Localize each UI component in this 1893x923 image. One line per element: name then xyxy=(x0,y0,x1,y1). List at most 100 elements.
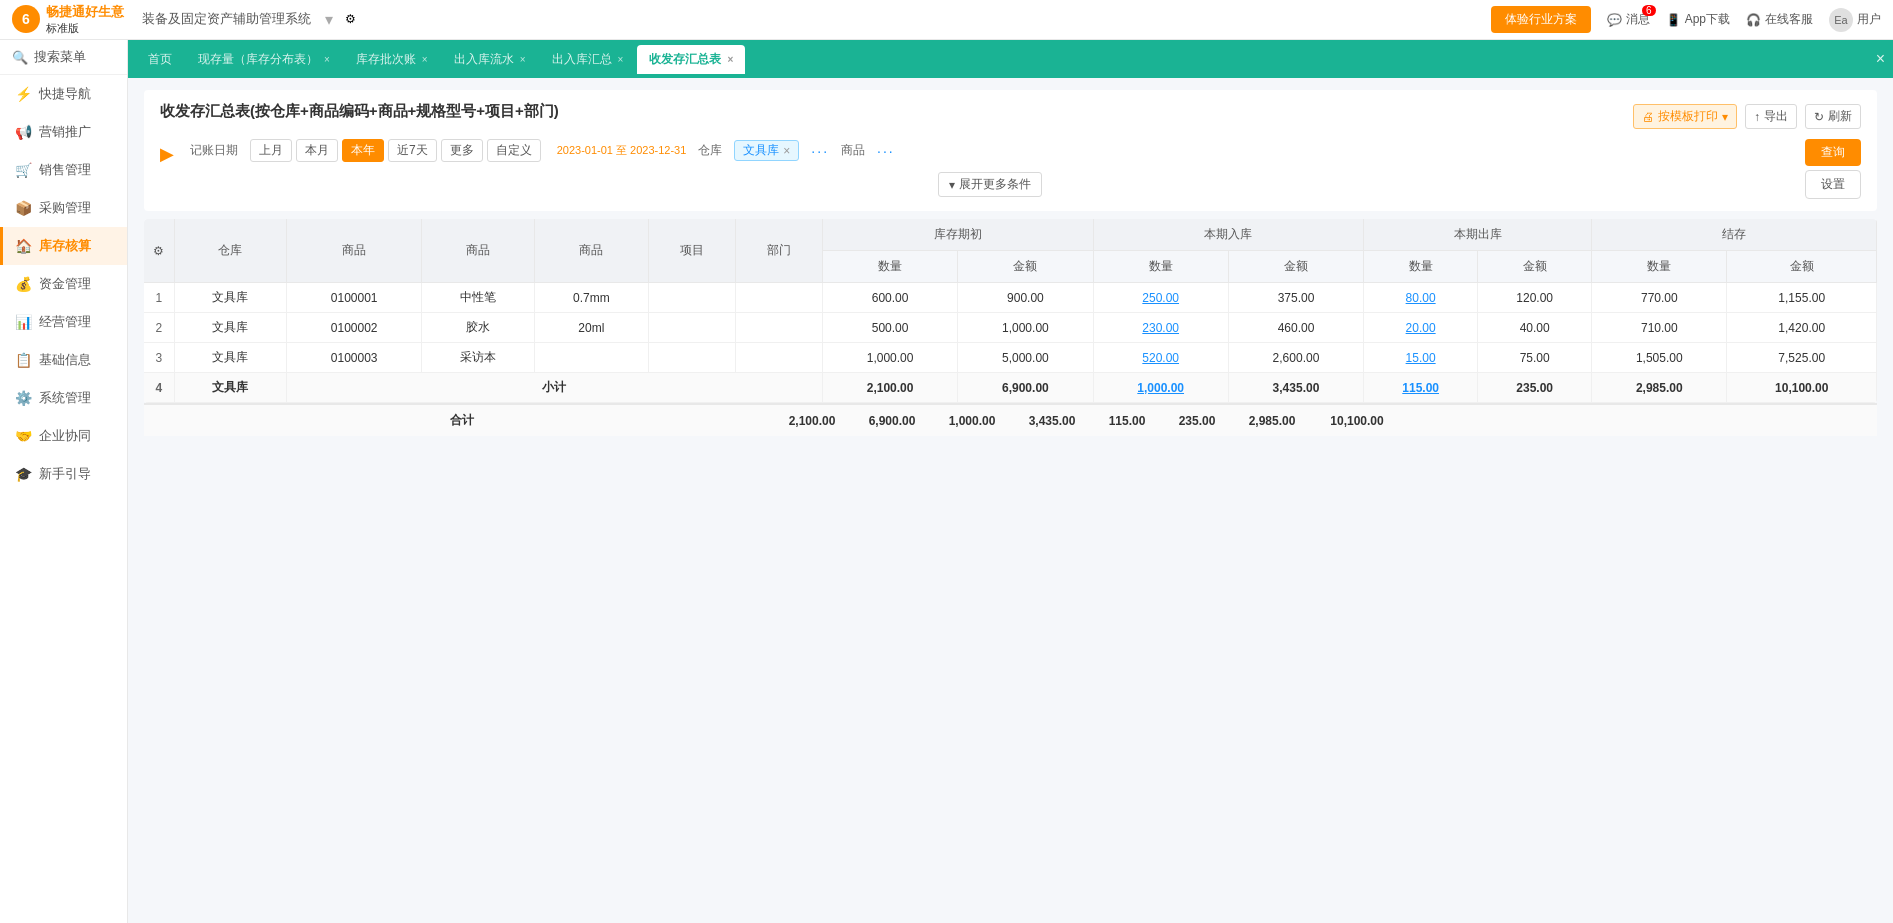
basic-icon: 📋 xyxy=(15,352,31,368)
subtotal-open-qty: 2,100.00 xyxy=(822,373,957,403)
date-last-month[interactable]: 上月 xyxy=(250,139,292,162)
set-btn[interactable]: 设置 xyxy=(1805,170,1861,199)
sidebar-item-enterprise[interactable]: 🤝 企业协同 xyxy=(0,417,127,455)
print-btn[interactable]: 🖨 按模板打印 ▾ xyxy=(1633,104,1737,129)
cell-close-amt: 7,525.00 xyxy=(1727,343,1877,373)
expand-more-conditions[interactable]: ▾ 展开更多条件 xyxy=(938,172,1042,197)
sidebar-item-basic[interactable]: 📋 基础信息 xyxy=(0,341,127,379)
col-header-opening: 库存期初 xyxy=(822,219,1093,251)
tab-close-icon[interactable]: × xyxy=(727,54,733,65)
tab-close-icon[interactable]: × xyxy=(422,54,428,65)
top-right-actions: 体验行业方案 💬 消息 6 📱 App下载 🎧 在线客服 Ea 用户 xyxy=(1491,6,1881,33)
cell-in-qty[interactable]: 520.00 xyxy=(1093,343,1228,373)
sub-header-out-qty: 数量 xyxy=(1364,251,1478,283)
col-header-goods-name: 商品 xyxy=(422,219,535,283)
cell-close-amt: 1,155.00 xyxy=(1727,283,1877,313)
headset-icon: 🎧 xyxy=(1746,13,1761,27)
search-label: 搜索菜单 xyxy=(34,48,86,66)
sidebar-search[interactable]: 🔍 搜索菜单 xyxy=(0,40,127,75)
sidebar-item-guide[interactable]: 🎓 新手引导 xyxy=(0,455,127,493)
warehouse-tag[interactable]: 文具库 × xyxy=(734,140,799,161)
cell-close-qty: 710.00 xyxy=(1592,313,1727,343)
close-all-tabs[interactable]: × xyxy=(1876,50,1885,68)
date-more[interactable]: 更多 xyxy=(441,139,483,162)
tab-home[interactable]: 首页 xyxy=(136,45,184,74)
sidebar-item-operations[interactable]: 📊 经营管理 xyxy=(0,303,127,341)
tab-recv-send[interactable]: 收发存汇总表 × xyxy=(637,45,745,74)
date-this-month[interactable]: 本月 xyxy=(296,139,338,162)
settings-icon[interactable]: ⚙ xyxy=(345,12,356,26)
sidebar-item-marketing[interactable]: 📢 营销推广 xyxy=(0,113,127,151)
subtotal-in-qty[interactable]: 1,000.00 xyxy=(1093,373,1228,403)
goods-more-btn[interactable]: ··· xyxy=(877,143,895,159)
subtotal-out-amt: 235.00 xyxy=(1478,373,1592,403)
refresh-btn[interactable]: ↻ 刷新 xyxy=(1805,104,1861,129)
query-btn[interactable]: 查询 xyxy=(1805,139,1861,166)
date-7days[interactable]: 近7天 xyxy=(388,139,437,162)
cell-in-qty[interactable]: 230.00 xyxy=(1093,313,1228,343)
app-download-btn[interactable]: 📱 App下载 xyxy=(1666,11,1730,28)
tab-inventory-dist[interactable]: 现存量（库存分布表） × xyxy=(186,45,342,74)
footer-total-row: 合计 2,100.00 6,900.00 1,000.00 3,435.00 1… xyxy=(144,403,1877,436)
tab-batch-ledger[interactable]: 库存批次账 × xyxy=(344,45,440,74)
cell-close-amt: 1,420.00 xyxy=(1727,313,1877,343)
cell-out-qty[interactable]: 80.00 xyxy=(1364,283,1478,313)
sidebar-item-label: 新手引导 xyxy=(39,465,91,483)
sub-header-out-amt: 金额 xyxy=(1478,251,1592,283)
table-settings-icon[interactable]: ⚙ xyxy=(144,219,174,283)
messages-btn[interactable]: 💬 消息 6 xyxy=(1607,11,1650,28)
system-icon: ⚙️ xyxy=(15,390,31,406)
experience-btn[interactable]: 体验行业方案 xyxy=(1491,6,1591,33)
sub-header-close-amt: 金额 xyxy=(1727,251,1877,283)
tab-close-icon[interactable]: × xyxy=(520,54,526,65)
cell-spec: 0.7mm xyxy=(534,283,648,313)
cell-close-qty: 1,505.00 xyxy=(1592,343,1727,373)
cell-warehouse: 文具库 xyxy=(174,283,287,313)
cell-seq: 3 xyxy=(144,343,174,373)
subtotal-close-qty: 2,985.00 xyxy=(1592,373,1727,403)
sidebar-item-sales[interactable]: 🛒 销售管理 xyxy=(0,151,127,189)
logo-icon: 6 xyxy=(12,5,40,33)
tab-close-icon[interactable]: × xyxy=(324,54,330,65)
printer-icon: 🖨 xyxy=(1642,110,1654,124)
cell-out-qty[interactable]: 15.00 xyxy=(1364,343,1478,373)
sidebar-item-quick-nav[interactable]: ⚡ 快捷导航 xyxy=(0,75,127,113)
app-download-label: App下载 xyxy=(1685,11,1730,28)
col-header-closing: 结存 xyxy=(1592,219,1877,251)
cell-dept xyxy=(735,313,822,343)
expand-arrow[interactable]: ▶ xyxy=(160,143,174,165)
logo-area: 6 畅捷通好生意 标准版 装备及固定资产辅助管理系统 ▾ ⚙ xyxy=(12,3,356,37)
settings-dropdown[interactable]: ▾ xyxy=(325,10,333,29)
warehouse-tag-remove[interactable]: × xyxy=(783,144,790,158)
sidebar-item-finance[interactable]: 💰 资金管理 xyxy=(0,265,127,303)
sidebar-item-purchase[interactable]: 📦 采购管理 xyxy=(0,189,127,227)
online-service-btn[interactable]: 🎧 在线客服 xyxy=(1746,11,1813,28)
col-header-dept: 部门 xyxy=(735,219,822,283)
total-open-qty: 2,100.00 xyxy=(772,414,852,428)
sub-header-open-amt: 金额 xyxy=(958,251,1093,283)
cell-name: 采访本 xyxy=(422,343,535,373)
subtotal-label: 小计 xyxy=(287,373,823,403)
tab-close-icon[interactable]: × xyxy=(618,54,624,65)
warehouse-more-btn[interactable]: ··· xyxy=(811,143,829,159)
sidebar-item-system[interactable]: ⚙️ 系统管理 xyxy=(0,379,127,417)
cell-open-amt: 1,000.00 xyxy=(958,313,1093,343)
cell-seq: 1 xyxy=(144,283,174,313)
tab-summary[interactable]: 出入库汇总 × xyxy=(540,45,636,74)
user-menu[interactable]: Ea 用户 xyxy=(1829,8,1881,32)
cell-project xyxy=(648,283,735,313)
warehouse-label: 仓库 xyxy=(698,142,722,159)
export-icon: ↑ xyxy=(1754,110,1760,124)
date-custom[interactable]: 自定义 xyxy=(487,139,541,162)
total-in-amt: 3,435.00 xyxy=(1012,414,1092,428)
export-btn[interactable]: ↑ 导出 xyxy=(1745,104,1797,129)
tab-flow[interactable]: 出入库流水 × xyxy=(442,45,538,74)
cell-in-qty[interactable]: 250.00 xyxy=(1093,283,1228,313)
date-this-year[interactable]: 本年 xyxy=(342,139,384,162)
sidebar-item-inventory[interactable]: 🏠 库存核算 xyxy=(0,227,127,265)
cell-out-qty[interactable]: 20.00 xyxy=(1364,313,1478,343)
sidebar-item-label: 库存核算 xyxy=(39,237,91,255)
logo-sub: 标准版 xyxy=(46,21,124,36)
subtotal-out-qty[interactable]: 115.00 xyxy=(1364,373,1478,403)
refresh-icon: ↻ xyxy=(1814,110,1824,124)
